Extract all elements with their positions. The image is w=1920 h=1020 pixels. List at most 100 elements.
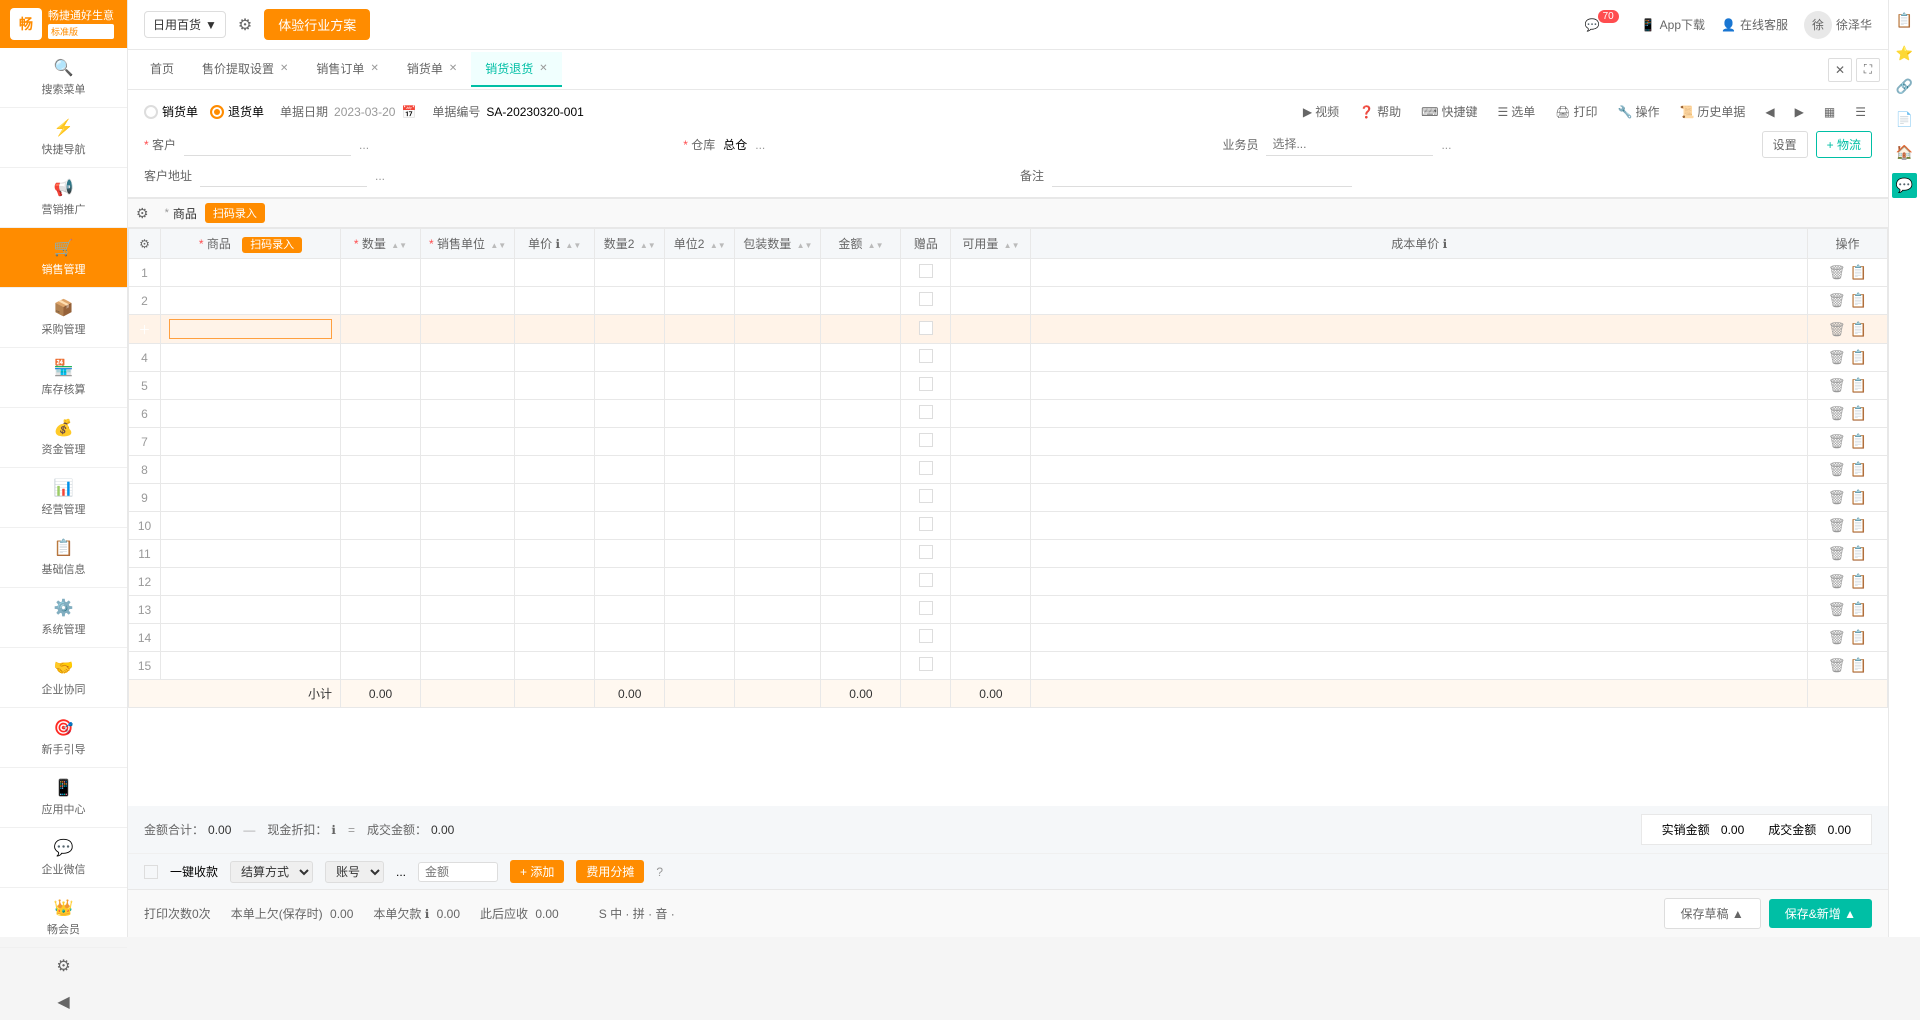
- delete-icon[interactable]: 🗑: [1828, 657, 1846, 674]
- sidebar-item-basic[interactable]: 📋 基础信息: [0, 528, 127, 588]
- gift-checkbox[interactable]: [919, 517, 933, 531]
- prev-record-btn[interactable]: ◀: [1759, 102, 1780, 122]
- gift-checkbox-2[interactable]: [919, 292, 933, 306]
- tab-sale-delivery[interactable]: 销货单 ✕: [393, 52, 471, 87]
- gift-checkbox[interactable]: [919, 573, 933, 587]
- gift-cell-3[interactable]: [901, 315, 951, 344]
- copy-icon[interactable]: 📋: [1850, 629, 1867, 646]
- gift-checkbox[interactable]: [919, 657, 933, 671]
- right-panel-icon-3[interactable]: 🔗: [1892, 74, 1917, 99]
- sidebar-item-finance[interactable]: 💰 资金管理: [0, 408, 127, 468]
- save-new-btn[interactable]: 保存&新增 ▲: [1769, 899, 1872, 928]
- payment-amount-input[interactable]: [418, 862, 498, 882]
- price-cell-3[interactable]: [515, 315, 595, 344]
- customer-dots[interactable]: ...: [359, 138, 369, 152]
- delete-icon[interactable]: 🗑: [1828, 545, 1846, 562]
- scan-btn[interactable]: 扫码录入: [242, 237, 302, 253]
- delete-icon[interactable]: 🗑: [1828, 629, 1846, 646]
- amount-cell-2[interactable]: [821, 287, 901, 315]
- amount-cell-1[interactable]: [821, 259, 901, 287]
- copy-icon-2[interactable]: 📋: [1850, 292, 1867, 309]
- available-cell-3[interactable]: [951, 315, 1031, 344]
- sidebar-item-operations[interactable]: 📊 经营管理: [0, 468, 127, 528]
- product-input-3[interactable]: [169, 319, 332, 339]
- sort-price-icon[interactable]: ▲▼: [565, 241, 581, 250]
- tab-sale-return[interactable]: 销货退货 ✕: [471, 52, 561, 87]
- copy-icon[interactable]: 📋: [1850, 573, 1867, 590]
- save-draft-btn[interactable]: 保存草稿 ▲: [1664, 898, 1761, 929]
- gift-checkbox[interactable]: [919, 349, 933, 363]
- sidebar-item-sales[interactable]: 🛒 销售管理: [0, 228, 127, 288]
- sort-pack-icon[interactable]: ▲▼: [797, 241, 813, 250]
- sidebar-item-enterprise[interactable]: 🤝 企业协同: [0, 648, 127, 708]
- scan-input-btn[interactable]: 扫码录入: [205, 203, 265, 223]
- tab-sale-extract[interactable]: 售价提取设置 ✕: [188, 52, 302, 87]
- delete-icon[interactable]: 🗑: [1828, 461, 1846, 478]
- sidebar-item-purchase[interactable]: 📦 采购管理: [0, 288, 127, 348]
- delete-icon[interactable]: 🗑: [1828, 405, 1846, 422]
- cost-info-icon[interactable]: ℹ: [1443, 237, 1448, 251]
- one-click-checkbox[interactable]: [144, 865, 158, 879]
- copy-icon[interactable]: 📋: [1850, 377, 1867, 394]
- sidebar-settings-btn[interactable]: ⚙: [0, 948, 127, 984]
- table-gear-icon[interactable]: ⚙: [136, 205, 149, 222]
- copy-icon[interactable]: 📋: [1850, 433, 1867, 450]
- gift-checkbox[interactable]: [919, 629, 933, 643]
- operate-btn[interactable]: 🔧 操作: [1611, 100, 1665, 123]
- tab-sale-extract-close[interactable]: ✕: [280, 63, 288, 74]
- gift-cell-2[interactable]: [901, 287, 951, 315]
- unit-cell-2[interactable]: [421, 287, 515, 315]
- amount-cell-3[interactable]: [821, 315, 901, 344]
- online-service-btn[interactable]: 👤 在线客服: [1721, 16, 1788, 33]
- qty2-cell-1[interactable]: [595, 259, 665, 287]
- right-panel-icon-6[interactable]: 💬: [1892, 173, 1917, 198]
- user-menu[interactable]: 徐 徐泽华: [1804, 11, 1872, 39]
- right-panel-icon-5[interactable]: 🏠: [1892, 140, 1917, 165]
- copy-icon[interactable]: 📋: [1850, 517, 1867, 534]
- help-btn[interactable]: ❓ 帮助: [1353, 100, 1407, 123]
- pack-cell-3[interactable]: [735, 315, 821, 344]
- copy-icon[interactable]: 📋: [1850, 405, 1867, 422]
- product-cell-3[interactable]: [161, 315, 341, 344]
- sidebar-item-wechat[interactable]: 💬 企业微信: [0, 828, 127, 888]
- remark-input[interactable]: [1052, 164, 1352, 187]
- right-panel-icon-1[interactable]: 📋: [1892, 8, 1917, 33]
- history-btn[interactable]: 📜 历史单据: [1673, 100, 1751, 123]
- customer-input[interactable]: [184, 133, 351, 156]
- gift-checkbox[interactable]: [919, 433, 933, 447]
- gift-checkbox-1[interactable]: [919, 264, 933, 278]
- available-cell-2[interactable]: [951, 287, 1031, 315]
- product-cell-1[interactable]: [161, 259, 341, 287]
- industry-selector[interactable]: 日用百货 ▼: [144, 11, 226, 38]
- right-panel-icon-4[interactable]: 📄: [1892, 107, 1917, 132]
- sort-unit2-icon[interactable]: ▲▼: [710, 241, 726, 250]
- price-info-icon[interactable]: ℹ: [556, 237, 561, 251]
- calendar-icon[interactable]: 📅: [401, 105, 416, 119]
- fee-help-icon[interactable]: ?: [656, 865, 663, 879]
- staff-input[interactable]: [1266, 133, 1433, 156]
- pack-cell-2[interactable]: [735, 287, 821, 315]
- delete-icon[interactable]: 🗑: [1828, 517, 1846, 534]
- unit-cell-3[interactable]: [421, 315, 515, 344]
- tab-home[interactable]: 首页: [136, 52, 188, 87]
- cost-cell-1[interactable]: [1031, 259, 1808, 287]
- delete-icon-1[interactable]: 🗑: [1828, 264, 1846, 281]
- copy-icon-3[interactable]: 📋: [1850, 321, 1867, 338]
- qty-cell-1[interactable]: [341, 259, 421, 287]
- copy-icon[interactable]: 📋: [1850, 657, 1867, 674]
- select-btn[interactable]: ☰ 选单: [1491, 100, 1541, 123]
- available-cell-1[interactable]: [951, 259, 1031, 287]
- gift-checkbox[interactable]: [919, 377, 933, 391]
- method-select[interactable]: 结算方式: [230, 861, 313, 883]
- sidebar-item-inventory[interactable]: 🏪 库存核算: [0, 348, 127, 408]
- sidebar-item-guide[interactable]: 🎯 新手引导: [0, 708, 127, 768]
- sidebar-collapse-btn[interactable]: ◀: [0, 984, 127, 1020]
- gift-checkbox[interactable]: [919, 489, 933, 503]
- list-view-btn[interactable]: ☰: [1849, 102, 1872, 122]
- copy-icon-1[interactable]: 📋: [1850, 264, 1867, 281]
- unit2-cell-1[interactable]: [665, 259, 735, 287]
- staff-dots[interactable]: ...: [1441, 138, 1451, 152]
- add-row-icon[interactable]: ＋: [138, 323, 150, 337]
- price-cell-2[interactable]: [515, 287, 595, 315]
- gift-checkbox[interactable]: [919, 601, 933, 615]
